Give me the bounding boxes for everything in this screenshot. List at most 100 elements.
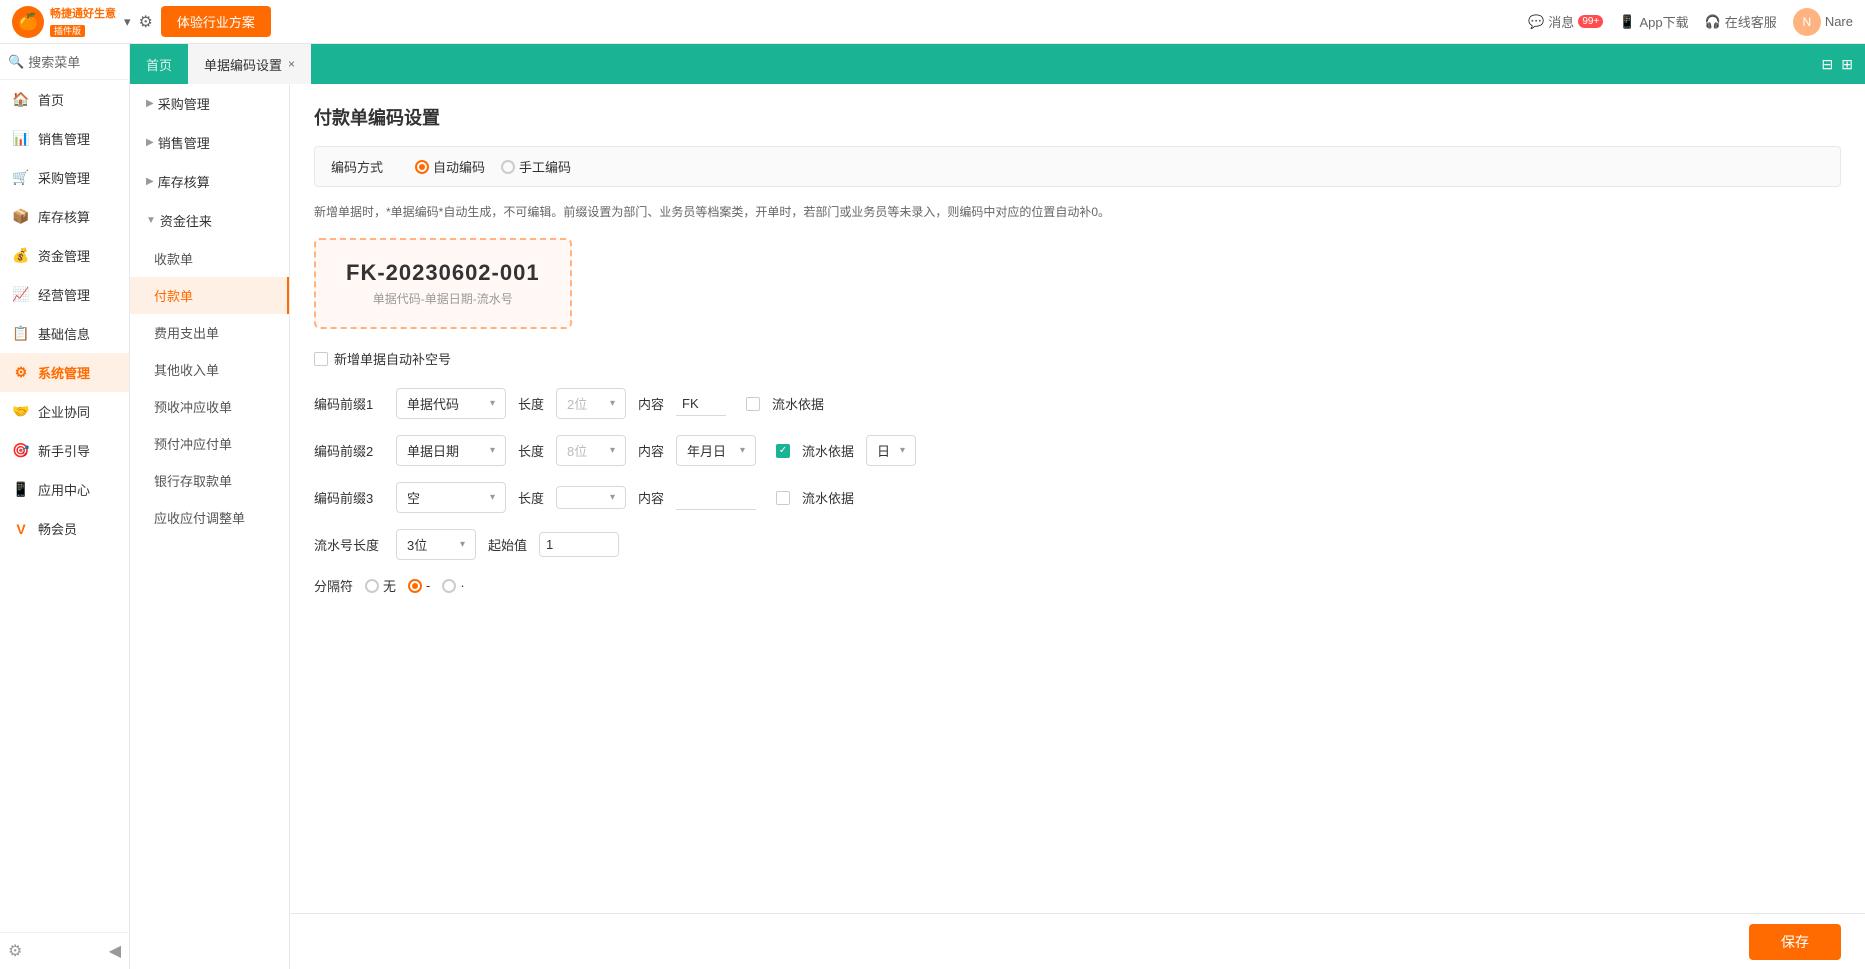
sidebar-item-cooperation[interactable]: 🤝 企业协同 — [0, 392, 129, 431]
user-avatar[interactable]: N Nare — [1793, 8, 1853, 36]
online-service-button[interactable]: 🎧 在线客服 — [1705, 12, 1777, 31]
sub-group-capital-title[interactable]: ▼ 资金往来 — [130, 201, 289, 240]
content2-label: 内容 — [638, 441, 664, 460]
settings-icon[interactable]: ⚙ — [139, 12, 153, 32]
content2-select[interactable]: 年月日 ▾ — [676, 435, 756, 466]
sidebar-bottom: ⚙ ◀ — [0, 932, 129, 969]
encoding-type-label: 编码方式 — [331, 157, 383, 176]
auto-code-radio[interactable]: 自动编码 — [415, 157, 485, 176]
sidebar-item-basic-info[interactable]: 📋 基础信息 — [0, 314, 129, 353]
chevron-down-icon-prefix3: ▾ — [490, 492, 495, 503]
message-button[interactable]: 💬 消息 99+ — [1528, 12, 1603, 31]
sub-item-pre-pay[interactable]: 预付冲应付单 — [130, 425, 289, 462]
length3-select[interactable]: ▾ — [556, 486, 626, 509]
form-row-3: 编码前缀3 空 ▾ 长度 ▾ 内容 流水依据 — [314, 482, 1841, 513]
sidebar-item-purchase[interactable]: 🛒 采购管理 — [0, 158, 129, 197]
logo-text: 畅捷通好生意 插件版 — [50, 5, 116, 39]
content1-input[interactable] — [676, 392, 726, 416]
content3-input[interactable] — [676, 486, 756, 510]
form-row-1: 编码前缀1 单据代码 ▾ 长度 2位 ▾ 内容 流水依据 — [314, 388, 1841, 419]
sidebar-item-guide[interactable]: 🎯 新手引导 — [0, 431, 129, 470]
sub-item-payment[interactable]: 付款单 — [130, 277, 289, 314]
sub-group-purchase: ▶ 采购管理 — [130, 84, 289, 123]
industry-plan-button[interactable]: 体验行业方案 — [161, 6, 271, 37]
day-value-select[interactable]: 日 ▾ — [866, 435, 916, 466]
topbar-nav: ▾ ⚙ — [124, 12, 153, 32]
prefix1-label: 编码前缀1 — [314, 394, 384, 413]
manual-code-radio-dot — [501, 160, 515, 174]
nav-dropdown-arrow[interactable]: ▾ — [124, 14, 131, 30]
sub-group-capital: ▼ 资金往来 收款单 付款单 费用支出单 其他收入单 预收冲应收单 预付冲应付单… — [130, 201, 289, 536]
sidebar-item-inventory[interactable]: 📦 库存核算 — [0, 197, 129, 236]
tab-code-settings[interactable]: 单据编码设置 × — [188, 44, 311, 84]
content3-label: 内容 — [638, 488, 664, 507]
sub-group-inventory-title[interactable]: ▶ 库存核算 — [130, 162, 289, 201]
sub-group-sales-title[interactable]: ▶ 销售管理 — [130, 123, 289, 162]
sidebar-item-operations[interactable]: 📈 经营管理 — [0, 275, 129, 314]
length2-select[interactable]: 8位 ▾ — [556, 435, 626, 466]
tab-shrink-icon[interactable]: ⊟ — [1822, 56, 1834, 73]
serial-length-select[interactable]: 3位 ▾ — [396, 529, 476, 560]
search-menu-button[interactable]: 🔍 搜索菜单 — [0, 44, 129, 80]
guide-icon: 🎯 — [12, 442, 30, 460]
prefix3-select[interactable]: 空 ▾ — [396, 482, 506, 513]
sidebar-item-finance[interactable]: 💰 资金管理 — [0, 236, 129, 275]
sub-group-purchase-title[interactable]: ▶ 采购管理 — [130, 84, 289, 123]
app-download-button[interactable]: 📱 App下载 — [1619, 12, 1688, 31]
purchase-icon: 🛒 — [12, 169, 30, 187]
vip-icon: V — [12, 520, 30, 538]
chevron-down-icon-length1: ▾ — [610, 398, 615, 409]
home-icon: 🏠 — [12, 91, 30, 109]
sub-item-ar-ap-adjust[interactable]: 应收应付调整单 — [130, 499, 289, 536]
sub-item-expense[interactable]: 费用支出单 — [130, 314, 289, 351]
chevron-down-icon: ▼ — [146, 215, 156, 226]
bottom-bar: 保存 — [290, 913, 1865, 969]
sidebar-item-vip[interactable]: V 畅会员 — [0, 509, 129, 548]
sub-item-receipt[interactable]: 收款单 — [130, 240, 289, 277]
service-icon: 🎧 — [1705, 14, 1721, 30]
finance-icon: 💰 — [12, 247, 30, 265]
prefix2-select[interactable]: 单据日期 ▾ — [396, 435, 506, 466]
sub-item-other-income[interactable]: 其他收入单 — [130, 351, 289, 388]
right-panel: 首页 单据编码设置 × ⊟ ⊞ ▶ 采购管理 — [130, 44, 1865, 969]
auto-fill-row: 新增单据自动补空号 — [314, 349, 1841, 368]
chevron-down-icon-length2: ▾ — [610, 445, 615, 456]
tabbar-actions: ⊟ ⊞ — [1822, 56, 1865, 73]
serial1-checkbox[interactable] — [746, 397, 760, 411]
auto-fill-label: 新增单据自动补空号 — [334, 349, 451, 368]
sidebar-item-system[interactable]: ⚙ 系统管理 — [0, 353, 129, 392]
sidebar-collapse-icon[interactable]: ◀ — [109, 941, 121, 961]
prefix1-select[interactable]: 单据代码 ▾ — [396, 388, 506, 419]
auto-fill-checkbox[interactable] — [314, 352, 328, 366]
separator-dot2-radio[interactable]: · — [442, 578, 464, 593]
chevron-right-icon-3: ▶ — [146, 176, 154, 187]
sub-layout: ▶ 采购管理 ▶ 销售管理 ▶ 库存核算 — [130, 84, 1865, 969]
chevron-down-icon-content2: ▾ — [740, 445, 745, 456]
app-center-icon: 📱 — [12, 481, 30, 499]
separator-none-radio[interactable]: 无 — [365, 576, 396, 595]
length1-label: 长度 — [518, 394, 544, 413]
start-value-input[interactable] — [539, 532, 619, 557]
sidebar-settings-icon[interactable]: ⚙ — [8, 941, 22, 961]
separator-dot1-radio[interactable]: - — [408, 578, 430, 593]
chevron-right-icon: ▶ — [146, 98, 154, 109]
sidebar-item-app-center[interactable]: 📱 应用中心 — [0, 470, 129, 509]
topbar: 🍊 畅捷通好生意 插件版 ▾ ⚙ 体验行业方案 💬 消息 99+ 📱 App下载… — [0, 0, 1865, 44]
length1-select[interactable]: 2位 ▾ — [556, 388, 626, 419]
manual-code-radio[interactable]: 手工编码 — [501, 157, 571, 176]
tab-expand-icon[interactable]: ⊞ — [1841, 56, 1853, 73]
serial2-checkbox[interactable]: ✓ — [776, 444, 790, 458]
code-preview: FK-20230602-001 单据代码-单据日期-流水号 — [314, 238, 572, 329]
sub-item-pre-collect[interactable]: 预收冲应收单 — [130, 388, 289, 425]
content-inner: 付款单编码设置 编码方式 自动编码 手工编码 — [290, 84, 1865, 913]
chevron-down-icon-day: ▾ — [900, 445, 905, 456]
sales-icon: 📊 — [12, 130, 30, 148]
sidebar-item-home[interactable]: 🏠 首页 — [0, 80, 129, 119]
sidebar-item-sales[interactable]: 📊 销售管理 — [0, 119, 129, 158]
length2-label: 长度 — [518, 441, 544, 460]
sub-item-bank[interactable]: 银行存取款单 — [130, 462, 289, 499]
tab-close-icon[interactable]: × — [288, 57, 295, 71]
serial3-checkbox[interactable] — [776, 491, 790, 505]
tab-home[interactable]: 首页 — [130, 44, 188, 84]
save-button[interactable]: 保存 — [1749, 924, 1841, 960]
